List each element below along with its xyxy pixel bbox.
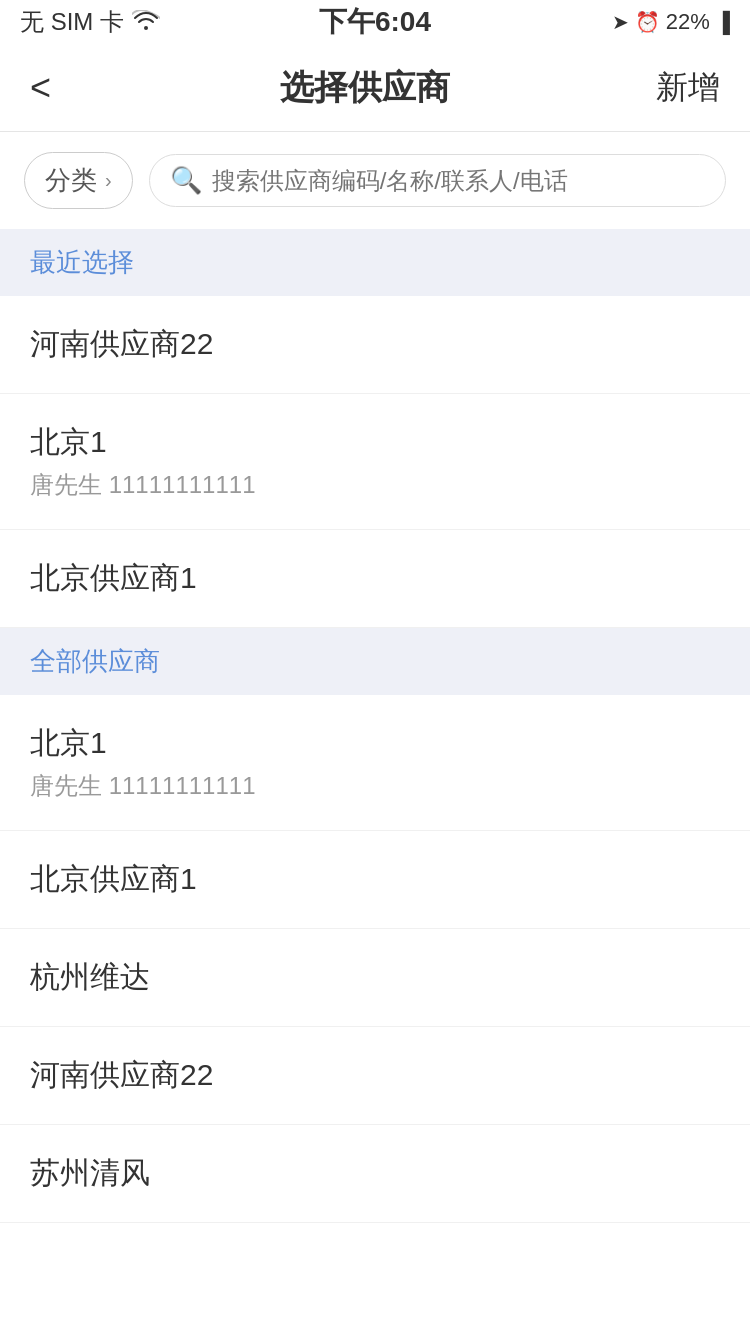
wifi-icon: [132, 8, 160, 36]
list-item[interactable]: 北京供应商1: [0, 831, 750, 929]
list-item[interactable]: 北京1 唐先生 11111111111: [0, 394, 750, 530]
category-filter-button[interactable]: 分类 ›: [24, 152, 133, 209]
recent-items-list: 河南供应商22 北京1 唐先生 11111111111 北京供应商1: [0, 296, 750, 628]
search-icon: 🔍: [170, 165, 202, 196]
item-name: 杭州维达: [30, 957, 720, 998]
list-item[interactable]: 北京1 唐先生 11111111111: [0, 695, 750, 831]
list-item[interactable]: 河南供应商22: [0, 1027, 750, 1125]
recent-section-header: 最近选择: [0, 229, 750, 296]
item-name: 北京1: [30, 723, 720, 764]
page-title: 选择供应商: [90, 65, 640, 111]
chevron-right-icon: ›: [105, 169, 112, 192]
alarm-icon: ⏰: [635, 10, 660, 34]
search-input[interactable]: [212, 167, 705, 195]
list-item[interactable]: 河南供应商22: [0, 296, 750, 394]
status-left: 无 SIM 卡: [20, 6, 160, 38]
all-section-header: 全部供应商: [0, 628, 750, 695]
location-icon: ➤: [612, 10, 629, 34]
item-sub: 唐先生 11111111111: [30, 770, 720, 802]
item-name: 河南供应商22: [30, 1055, 720, 1096]
recent-section-label: 最近选择: [30, 247, 134, 277]
category-label: 分类: [45, 163, 97, 198]
item-sub: 唐先生 11111111111: [30, 469, 720, 501]
list-item[interactable]: 北京供应商1: [0, 530, 750, 628]
back-button[interactable]: <: [30, 67, 90, 109]
list-item[interactable]: 杭州维达: [0, 929, 750, 1027]
nav-bar: < 选择供应商 新增: [0, 44, 750, 132]
search-box: 🔍: [149, 154, 726, 207]
item-name: 北京供应商1: [30, 859, 720, 900]
item-name: 北京1: [30, 422, 720, 463]
item-name: 北京供应商1: [30, 558, 720, 599]
item-name: 河南供应商22: [30, 324, 720, 365]
status-right: ➤ ⏰ 22% ▐: [612, 9, 730, 35]
add-button[interactable]: 新增: [640, 66, 720, 110]
all-section-label: 全部供应商: [30, 646, 160, 676]
status-time: 下午6:04: [319, 3, 431, 41]
filter-row: 分类 › 🔍: [0, 132, 750, 229]
item-name: 苏州清风: [30, 1153, 720, 1194]
status-bar: 无 SIM 卡 下午6:04 ➤ ⏰ 22% ▐: [0, 0, 750, 44]
battery-icon: ▐: [716, 11, 730, 34]
all-items-list: 北京1 唐先生 11111111111 北京供应商1 杭州维达河南供应商22 苏州清风: [0, 695, 750, 1223]
no-sim-text: 无 SIM 卡: [20, 6, 124, 38]
battery-text: 22%: [666, 9, 710, 35]
list-item[interactable]: 苏州清风: [0, 1125, 750, 1223]
